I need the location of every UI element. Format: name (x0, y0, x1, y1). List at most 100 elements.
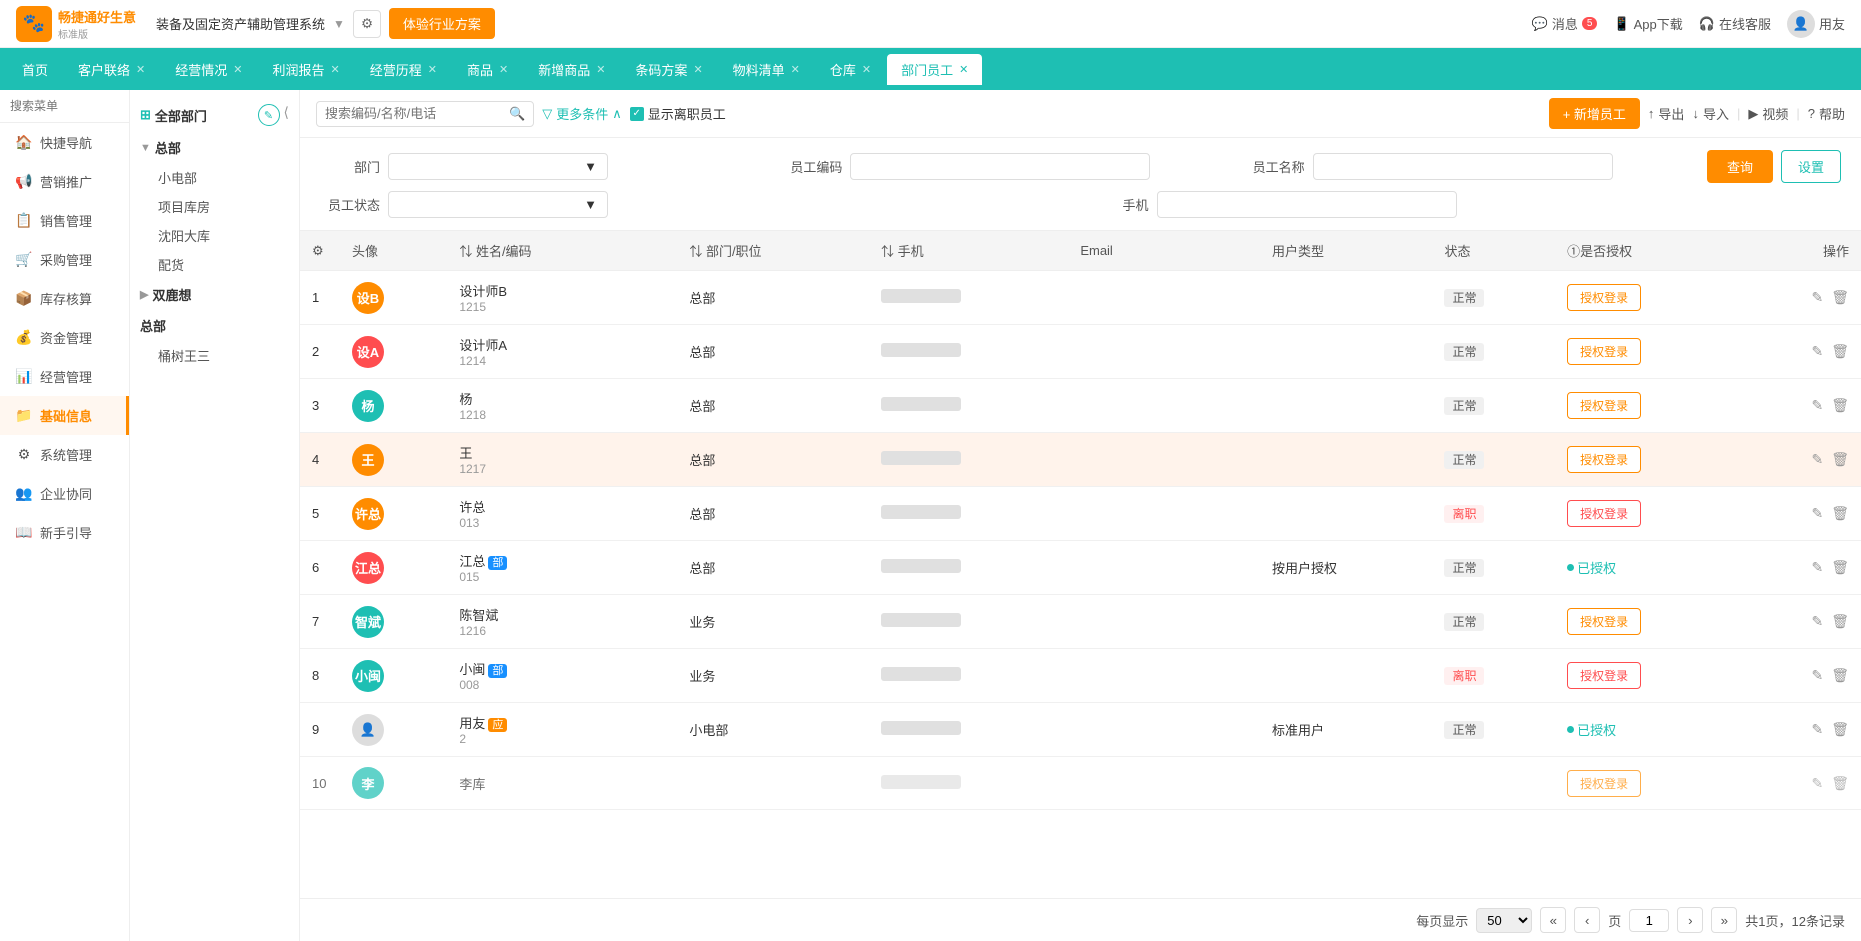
set-button[interactable]: 设置 (1781, 150, 1841, 183)
tab-history[interactable]: 经营历程 ✕ (356, 54, 451, 85)
search-input[interactable] (325, 106, 505, 121)
delete-icon[interactable]: 🗑 (1831, 451, 1849, 468)
export-button[interactable]: ↑ 导出 (1648, 104, 1685, 123)
tree-child-peihua[interactable]: 配货 (130, 250, 299, 279)
sidebar-item-sales[interactable]: 📋 销售管理 (0, 201, 129, 240)
sidebar-item-inventory[interactable]: 📦 库存核算 (0, 279, 129, 318)
tab-customer[interactable]: 客户联络 ✕ (64, 54, 159, 85)
grant-auth-button[interactable]: 授权登录 (1567, 608, 1641, 635)
edit-icon[interactable]: ✎ (1811, 775, 1823, 792)
edit-icon[interactable]: ✎ (1811, 505, 1823, 522)
grant-auth-button[interactable]: 授权登录 (1567, 338, 1641, 365)
delete-icon[interactable]: 🗑 (1831, 559, 1849, 576)
close-icon[interactable]: ✕ (862, 63, 871, 76)
delete-icon[interactable]: 🗑 (1831, 343, 1849, 360)
query-button[interactable]: 查询 (1707, 150, 1773, 183)
emp-code-input[interactable] (850, 153, 1150, 180)
prev-page-button[interactable]: ‹ (1574, 907, 1600, 933)
online-service-button[interactable]: 🎧 在线客服 (1699, 14, 1771, 33)
messages-button[interactable]: 💬 消息 5 (1532, 14, 1598, 33)
close-icon[interactable]: ✕ (428, 63, 437, 76)
sidebar-item-finance[interactable]: 💰 资金管理 (0, 318, 129, 357)
tree-child-project[interactable]: 项目库房 (130, 192, 299, 221)
close-icon[interactable]: ✕ (596, 63, 605, 76)
sidebar-item-quick-nav[interactable]: 🏠 快捷导航 (0, 123, 129, 162)
tree-child-xiaodian[interactable]: 小电部 (130, 163, 299, 192)
tab-operation-status[interactable]: 经营情况 ✕ (161, 54, 256, 85)
tab-warehouse[interactable]: 仓库 ✕ (816, 54, 885, 85)
delete-icon[interactable]: 🗑 (1831, 289, 1849, 306)
close-icon[interactable]: ✕ (136, 63, 145, 76)
col-settings[interactable]: ⚙ (300, 231, 340, 271)
page-number-input[interactable]: 1 (1629, 909, 1669, 932)
edit-icon[interactable]: ✎ (1811, 721, 1823, 738)
page-size-select[interactable]: 50 100 (1476, 908, 1532, 933)
close-icon[interactable]: ✕ (791, 63, 800, 76)
sidebar-item-basic-info[interactable]: 📁 基础信息 (0, 396, 129, 435)
delete-icon[interactable]: 🗑 (1831, 667, 1849, 684)
import-button[interactable]: ↓ 导入 (1692, 104, 1729, 123)
col-dept-position[interactable]: ⇅ 部门/职位 (677, 231, 869, 271)
next-page-button[interactable]: › (1677, 907, 1703, 933)
add-employee-button[interactable]: + 新增员工 (1549, 98, 1640, 129)
tree-collapse-button[interactable]: ⟨ (284, 104, 289, 126)
tree-child-tongwang[interactable]: 桶树王三 (130, 341, 299, 370)
edit-icon[interactable]: ✎ (1811, 343, 1823, 360)
sidebar-search-input[interactable] (10, 99, 130, 113)
sidebar-item-operation[interactable]: 📊 经营管理 (0, 357, 129, 396)
close-icon[interactable]: ✕ (499, 63, 508, 76)
delete-icon[interactable]: 🗑 (1831, 397, 1849, 414)
close-icon[interactable]: ✕ (233, 63, 242, 76)
edit-icon[interactable]: ✎ (1811, 451, 1823, 468)
emp-status-select[interactable]: ▼ (388, 191, 608, 218)
delete-icon[interactable]: 🗑 (1831, 613, 1849, 630)
more-conditions-button[interactable]: ▽ 更多条件 ∧ (542, 104, 622, 123)
view-button[interactable]: ▶ 视频 (1748, 104, 1788, 123)
user-menu[interactable]: 👤 用友 (1787, 10, 1845, 38)
close-icon[interactable]: ✕ (693, 63, 702, 76)
sidebar-item-collab[interactable]: 👥 企业协同 (0, 474, 129, 513)
show-resigned-toggle[interactable]: ✓ 显示离职员工 (630, 104, 726, 123)
sidebar-search-bar[interactable]: 🔍 (0, 90, 129, 123)
sidebar-item-guide[interactable]: 📖 新手引导 (0, 513, 129, 552)
grant-auth-button[interactable]: 授权登录 (1567, 392, 1641, 419)
tab-bom[interactable]: 物料清单 ✕ (719, 54, 814, 85)
col-name-code[interactable]: ⇅ 姓名/编码 (447, 231, 677, 271)
tree-group-headquarters[interactable]: ▼ 总部 (130, 132, 299, 163)
tree-group-zongbu[interactable]: 总部 (130, 310, 299, 341)
grant-auth-button[interactable]: 授权登录 (1567, 770, 1641, 797)
tab-home[interactable]: 首页 (8, 54, 62, 85)
tab-profit[interactable]: 利润报告 ✕ (258, 54, 353, 85)
edit-icon[interactable]: ✎ (1811, 289, 1823, 306)
dept-filter-select[interactable]: ▼ (388, 153, 608, 180)
app-download-button[interactable]: 📱 App下载 (1613, 14, 1682, 33)
edit-icon[interactable]: ✎ (1811, 397, 1823, 414)
first-page-button[interactable]: « (1540, 907, 1566, 933)
system-dropdown-arrow[interactable]: ▼ (333, 17, 345, 31)
tab-goods[interactable]: 商品 ✕ (453, 54, 522, 85)
edit-icon[interactable]: ✎ (1811, 613, 1823, 630)
tab-dept-staff[interactable]: 部门员工 ✕ (887, 54, 982, 85)
tab-barcode[interactable]: 条码方案 ✕ (621, 54, 716, 85)
tree-edit-button[interactable]: ✎ (258, 104, 280, 126)
emp-name-input[interactable] (1313, 153, 1613, 180)
delete-icon[interactable]: 🗑 (1831, 775, 1849, 792)
phone-input[interactable] (1157, 191, 1457, 218)
tab-add-goods[interactable]: 新增商品 ✕ (524, 54, 619, 85)
last-page-button[interactable]: » (1711, 907, 1737, 933)
help-button[interactable]: ? 帮助 (1808, 104, 1845, 123)
col-phone[interactable]: ⇅ 手机 (869, 231, 1068, 271)
grant-auth-button[interactable]: 授权登录 (1567, 662, 1641, 689)
sidebar-item-marketing[interactable]: 📢 营销推广 (0, 162, 129, 201)
settings-button[interactable]: ⚙ (353, 10, 381, 38)
grant-auth-button[interactable]: 授权登录 (1567, 500, 1641, 527)
sidebar-item-system[interactable]: ⚙ 系统管理 (0, 435, 129, 474)
delete-icon[interactable]: 🗑 (1831, 505, 1849, 522)
close-icon[interactable]: ✕ (959, 63, 968, 76)
edit-icon[interactable]: ✎ (1811, 667, 1823, 684)
try-button[interactable]: 体验行业方案 (389, 8, 495, 39)
tree-group-shuanglu[interactable]: ▶ 双鹿想 (130, 279, 299, 310)
tree-child-shenyang[interactable]: 沈阳大库 (130, 221, 299, 250)
grant-auth-button[interactable]: 授权登录 (1567, 446, 1641, 473)
close-icon[interactable]: ✕ (331, 63, 340, 76)
